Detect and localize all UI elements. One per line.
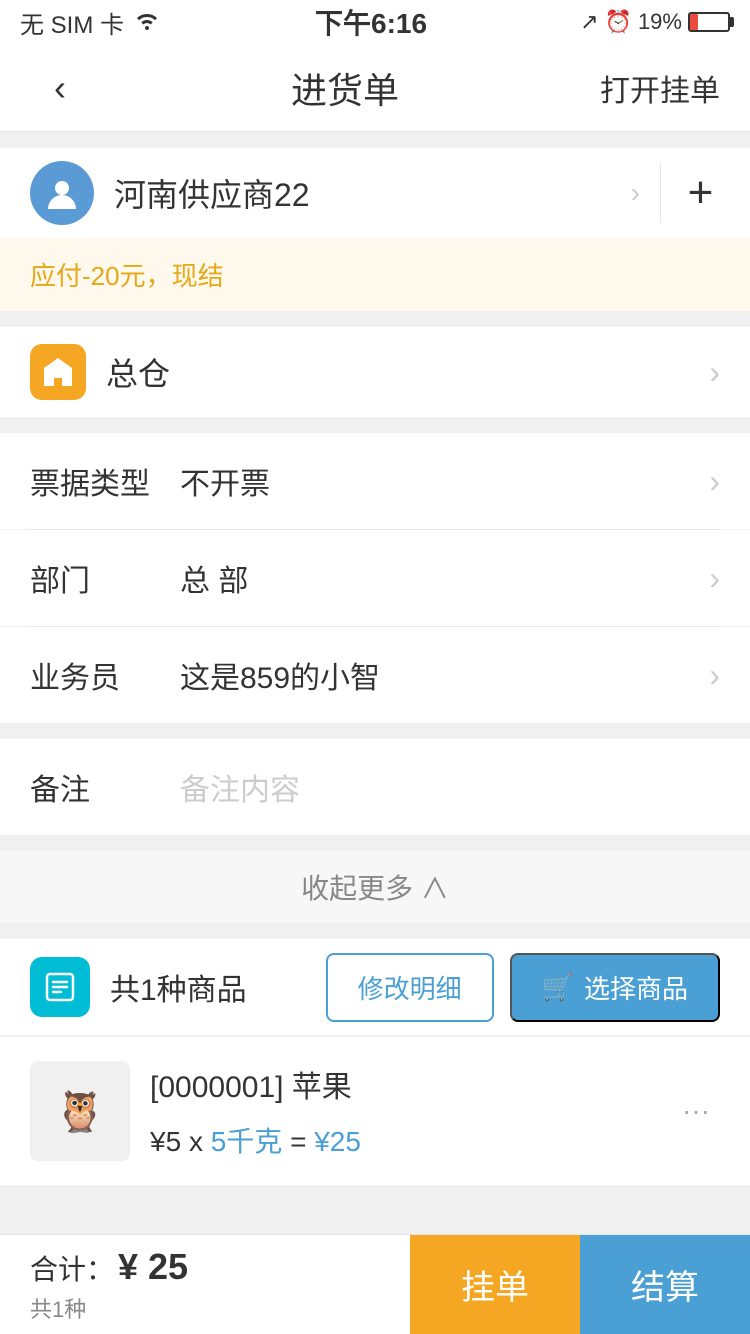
bottom-bar: 合计： ¥ 25 共1种 挂单 结算 <box>0 1234 750 1334</box>
total-section: 合计： ¥ 25 共1种 <box>0 1235 410 1334</box>
total-label: 合计： <box>30 1248 114 1288</box>
department-label: 部门 <box>30 556 150 600</box>
gap1 <box>0 132 750 148</box>
supplier-name[interactable]: 河南供应商22 <box>114 170 631 216</box>
ticket-type-value: 不开票 <box>180 459 709 503</box>
total-sub-label: 共1种 <box>30 1292 380 1324</box>
product-quantity: 5千克 <box>211 1126 283 1157</box>
gap3 <box>0 417 750 433</box>
status-bar: 无 SIM 卡 下午6:16 ↗ ⏰ 19% <box>0 0 750 44</box>
checkout-button[interactable]: 结算 <box>580 1235 750 1334</box>
page-title: 进货单 <box>291 62 399 114</box>
total-amount: ¥ 25 <box>118 1246 188 1288</box>
sales-person-label: 业务员 <box>30 653 150 697</box>
notice-banner: 应付-20元，现结 <box>0 238 750 311</box>
product-thumbnail: 🦉 <box>30 1061 130 1161</box>
product-price: ¥5 x 5千克 = ¥25 <box>150 1120 672 1160</box>
product-card: 🦉 [0000001] 苹果 ¥5 x 5千克 = ¥25 ··· <box>0 1037 750 1185</box>
product-header-icon <box>30 957 90 1017</box>
warehouse-chevron-icon: › <box>709 354 720 391</box>
product-total: ¥25 <box>314 1126 361 1157</box>
carrier-label: 无 SIM 卡 <box>20 5 124 40</box>
product-info: [0000001] 苹果 ¥5 x 5千克 = ¥25 <box>150 1062 672 1160</box>
hang-order-button[interactable]: 挂单 <box>410 1235 580 1334</box>
notice-text: 应付-20元，现结 <box>30 261 224 291</box>
product-count-label: 共1种商品 <box>110 965 326 1009</box>
collapse-toggle-button[interactable]: 收起更多 ∧ <box>0 851 750 923</box>
hang-label: 挂单 <box>461 1260 529 1309</box>
product-more-button[interactable]: ··· <box>672 1085 720 1137</box>
edit-detail-button[interactable]: 修改明细 <box>326 953 494 1022</box>
ticket-type-label: 票据类型 <box>30 459 150 503</box>
add-supplier-button[interactable]: + <box>660 163 720 223</box>
ticket-type-chevron-icon: › <box>709 463 720 500</box>
product-name: [0000001] 苹果 <box>150 1062 672 1106</box>
department-value: 总 部 <box>180 556 709 600</box>
gap4 <box>0 723 750 739</box>
collapse-toggle-label: 收起更多 ∧ <box>301 867 449 907</box>
sales-person-value: 这是859的小智 <box>180 653 709 697</box>
select-product-button[interactable]: 🛒 选择商品 <box>510 953 720 1022</box>
warehouse-row[interactable]: 总仓 › <box>0 327 750 417</box>
remark-input[interactable]: 备注内容 <box>180 765 720 809</box>
cart-icon: 🛒 <box>542 972 574 1003</box>
remark-label: 备注 <box>30 765 150 809</box>
battery-icon <box>688 12 730 32</box>
total-row: 合计： ¥ 25 <box>30 1246 380 1288</box>
department-row[interactable]: 部门 总 部 › <box>0 530 750 626</box>
supplier-chevron-icon: › <box>631 177 640 209</box>
nav-bar: ‹ 进货单 打开挂单 <box>0 44 750 132</box>
gap2 <box>0 311 750 327</box>
status-time: 下午6:16 <box>315 2 427 42</box>
supplier-section: 河南供应商22 › + <box>0 148 750 238</box>
gap5 <box>0 835 750 851</box>
product-placeholder-icon: 🦉 <box>55 1088 105 1135</box>
product-header: 共1种商品 修改明细 🛒 选择商品 <box>0 939 750 1035</box>
sales-person-chevron-icon: › <box>709 657 720 694</box>
sales-person-row[interactable]: 业务员 这是859的小智 › <box>0 627 750 723</box>
status-right: ↗ ⏰ 19% <box>580 9 730 35</box>
status-left: 无 SIM 卡 <box>20 5 162 40</box>
select-product-label: 选择商品 <box>584 969 688 1006</box>
department-chevron-icon: › <box>709 560 720 597</box>
price-value: ¥5 <box>150 1126 181 1157</box>
alarm-icon: ⏰ <box>605 9 632 35</box>
supplier-avatar <box>30 161 94 225</box>
open-pending-button[interactable]: 打开挂单 <box>600 66 720 110</box>
gps-icon: ↗ <box>580 9 598 35</box>
battery-percentage: 19% <box>638 9 682 35</box>
gap6 <box>0 923 750 939</box>
checkout-label: 结算 <box>631 1260 699 1309</box>
ticket-type-row[interactable]: 票据类型 不开票 › <box>0 433 750 529</box>
remark-row[interactable]: 备注 备注内容 <box>0 739 750 835</box>
warehouse-label: 总仓 <box>106 349 709 395</box>
wifi-icon <box>132 8 162 37</box>
warehouse-icon <box>30 344 86 400</box>
price-separator: x <box>189 1126 211 1157</box>
equals-sign: = <box>290 1126 314 1157</box>
back-button[interactable]: ‹ <box>30 58 90 118</box>
